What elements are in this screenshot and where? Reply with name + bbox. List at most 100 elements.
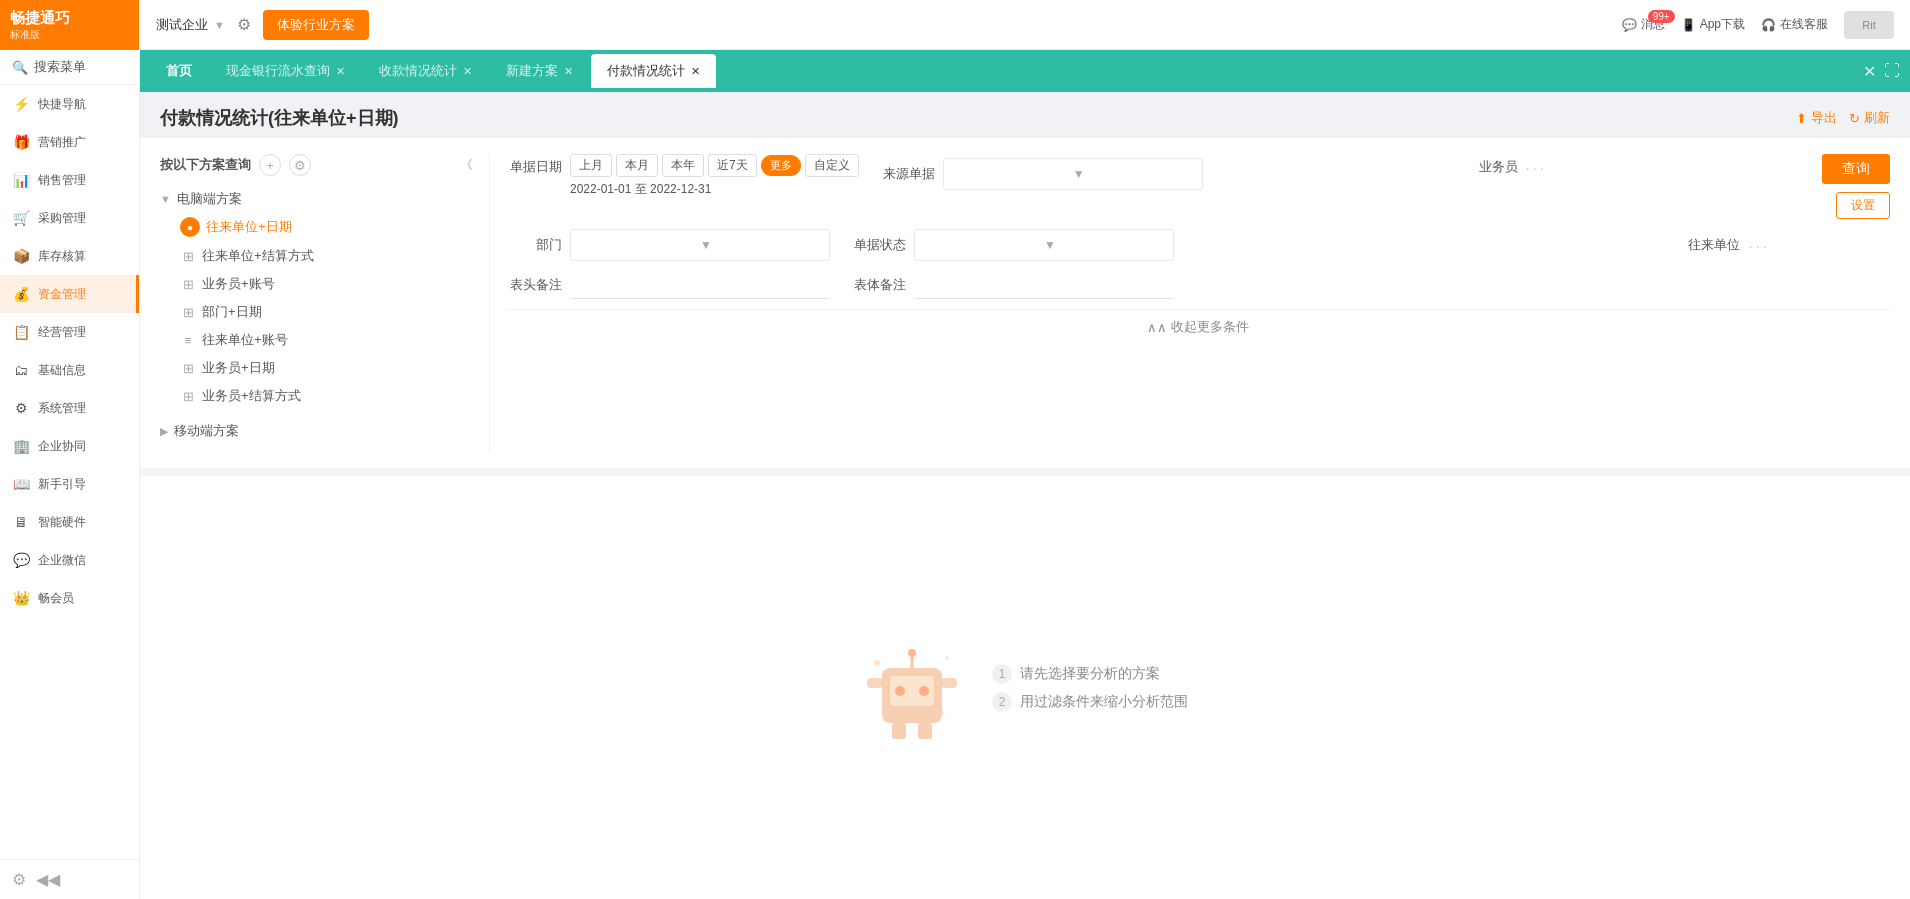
sidebar-item-system[interactable]: ⚙ 系统管理 [0,389,139,427]
sidebar-item-basic-info[interactable]: 🗂 基础信息 [0,351,139,389]
scheme-item-unit-settle[interactable]: ⊞ 往来单位+结算方式 [160,242,473,270]
active-scheme-icon: ● [180,217,200,237]
date-btn-this-year[interactable]: 本年 [662,154,704,177]
sidebar-item-quick-nav[interactable]: ⚡ 快捷导航 [0,85,139,123]
sidebar-item-label: 基础信息 [38,362,86,379]
source-arrow-icon: ▼ [1073,167,1192,181]
sidebar-item-label: 畅会员 [38,590,74,607]
refresh-btn[interactable]: ↻ 刷新 [1849,109,1890,127]
tab-home[interactable]: 首页 [150,54,208,88]
settings-btn[interactable]: 设置 [1836,192,1890,219]
inventory-icon: 📦 [12,247,30,265]
header-memo-input[interactable] [570,271,830,299]
date-btn-this-month[interactable]: 本月 [616,154,658,177]
date-btn-custom[interactable]: 自定义 [805,154,859,177]
sidebar-item-label: 销售管理 [38,172,86,189]
sidebar-item-label: 企业协同 [38,438,86,455]
service-btn[interactable]: 🎧 在线客服 [1761,16,1828,33]
bottom-settings-icon[interactable]: ⚙ [12,870,26,889]
collapse-sidebar-icon[interactable]: ◀◀ [36,870,60,889]
staff-select-dots[interactable]: ··· [1526,159,1548,176]
refresh-icon: ↻ [1849,111,1860,126]
export-btn[interactable]: ⬆ 导出 [1796,109,1837,127]
sidebar-item-operations[interactable]: 📋 经营管理 [0,313,139,351]
scheme-add-btn[interactable]: + [259,154,281,176]
content-body: 付款情况统计(往来单位+日期) ⬆ 导出 ↻ 刷新 按以下方案查询 + ⚙ [140,92,1910,899]
message-btn[interactable]: 💬 消息 99+ [1622,16,1665,33]
sidebar-item-inventory[interactable]: 📦 库存核算 [0,237,139,275]
sidebar-item-capital[interactable]: 💰 资金管理 [0,275,139,313]
hint-1-text: 请先选择要分析的方案 [1020,665,1160,683]
source-label: 来源单据 [879,165,935,183]
doc-status-arrow-icon: ▼ [1044,238,1163,252]
tab-receipt-stat[interactable]: 收款情况统计 ✕ [363,54,488,88]
search-menu-item[interactable]: 🔍 搜索菜单 [0,50,139,85]
scheme-collapse-btn[interactable]: 《 [460,156,473,174]
empty-hint-1: 1 请先选择要分析的方案 [992,664,1188,684]
grid-icon: ⊞ [180,276,196,292]
sidebar-bottom: ⚙ ◀◀ [0,859,139,899]
tab-receipt-stat-close[interactable]: ✕ [463,65,472,78]
tab-new-scheme[interactable]: 新建方案 ✕ [490,54,589,88]
grid-icon: ⊞ [180,388,196,404]
body-memo-input[interactable] [914,271,1174,299]
scheme-item-staff-account[interactable]: ⊞ 业务员+账号 [160,270,473,298]
scheme-desktop-group-header[interactable]: ▼ 电脑端方案 [160,186,473,212]
sidebar: 畅捷通巧 标准版 🔍 搜索菜单 ⚡ 快捷导航 🎁 营销推广 📊 销售管理 🛒 采… [0,0,140,899]
service-label: 在线客服 [1780,16,1828,33]
app-download-btn[interactable]: 📱 App下载 [1681,16,1745,33]
tab-payment-stat[interactable]: 付款情况统计 ✕ [591,54,716,88]
date-range-display: 2022-01-01 至 2022-12-31 [570,181,859,198]
sidebar-item-hardware[interactable]: 🖥 智能硬件 [0,503,139,541]
tab-bank-flow-close[interactable]: ✕ [336,65,345,78]
basic-info-icon: 🗂 [12,361,30,379]
page-title: 付款情况统计(往来单位+日期) [160,106,399,130]
dept-select[interactable]: ▼ [570,229,830,261]
related-unit-dots[interactable]: ··· [1748,237,1770,254]
user-avatar[interactable]: Rit [1844,11,1894,39]
maximize-btn[interactable]: ⛶ [1884,62,1900,80]
tab-new-scheme-close[interactable]: ✕ [564,65,573,78]
topbar-settings-icon[interactable]: ⚙ [237,15,251,34]
date-btn-7days[interactable]: 近7天 [708,154,757,177]
date-btn-last-month[interactable]: 上月 [570,154,612,177]
scheme-mobile-group-header[interactable]: ▶ 移动端方案 [160,418,473,444]
tab-bank-flow[interactable]: 现金银行流水查询 ✕ [210,54,361,88]
weixin-icon: 💬 [12,551,30,569]
scheme-mobile-label: 移动端方案 [174,422,239,440]
filter-row-2: 部门 ▼ 单据状态 ▼ 往来单位 [506,229,1890,261]
sidebar-item-sales[interactable]: 📊 销售管理 [0,161,139,199]
close-all-tabs-btn[interactable]: ✕ [1863,62,1876,81]
date-btn-more[interactable]: 更多 [761,155,801,176]
sidebar-logo: 畅捷通巧 标准版 [10,9,70,42]
bar-chart-icon: ≡ [180,332,196,348]
hardware-icon: 🖥 [12,513,30,531]
scheme-item-label: 往来单位+日期 [206,218,292,236]
body-memo-label: 表体备注 [850,276,906,294]
query-btn[interactable]: 查询 [1822,154,1890,184]
filter-row-1: 单据日期 上月 本月 本年 近7天 更多 自定义 2022-01-01 至 20… [506,154,1890,219]
sidebar-item-enterprise[interactable]: 🏢 企业协同 [0,427,139,465]
sidebar-item-marketing[interactable]: 🎁 营销推广 [0,123,139,161]
sidebar-item-weixin[interactable]: 💬 企业微信 [0,541,139,579]
trial-btn[interactable]: 体验行业方案 [263,10,369,40]
sidebar-item-purchase[interactable]: 🛒 采购管理 [0,199,139,237]
scheme-item-unit-account[interactable]: ≡ 往来单位+账号 [160,326,473,354]
tab-receipt-stat-label: 收款情况统计 [379,62,457,80]
sidebar-item-member[interactable]: 👑 畅会员 [0,579,139,617]
tab-payment-stat-close[interactable]: ✕ [691,65,700,78]
scheme-header-text: 按以下方案查询 [160,156,251,174]
sidebar-item-guide[interactable]: 📖 新手引导 [0,465,139,503]
scheme-item-staff-date[interactable]: ⊞ 业务员+日期 [160,354,473,382]
query-action-area: 查询 设置 [1806,154,1890,219]
scheme-item-unit-date[interactable]: ● 往来单位+日期 [160,212,473,242]
company-selector[interactable]: 测试企业 ▼ [156,16,225,34]
doc-status-select[interactable]: ▼ [914,229,1174,261]
scheme-settings-btn[interactable]: ⚙ [289,154,311,176]
main-area: 测试企业 ▼ ⚙ 体验行业方案 💬 消息 99+ 📱 App下载 🎧 在线客服 … [140,0,1910,899]
scheme-item-staff-settle[interactable]: ⊞ 业务员+结算方式 [160,382,473,410]
collapse-conditions-btn[interactable]: ∧∧ 收起更多条件 [506,309,1890,344]
source-select[interactable]: ▼ [943,158,1203,190]
scheme-item-dept-date[interactable]: ⊞ 部门+日期 [160,298,473,326]
svg-point-5 [908,649,916,657]
